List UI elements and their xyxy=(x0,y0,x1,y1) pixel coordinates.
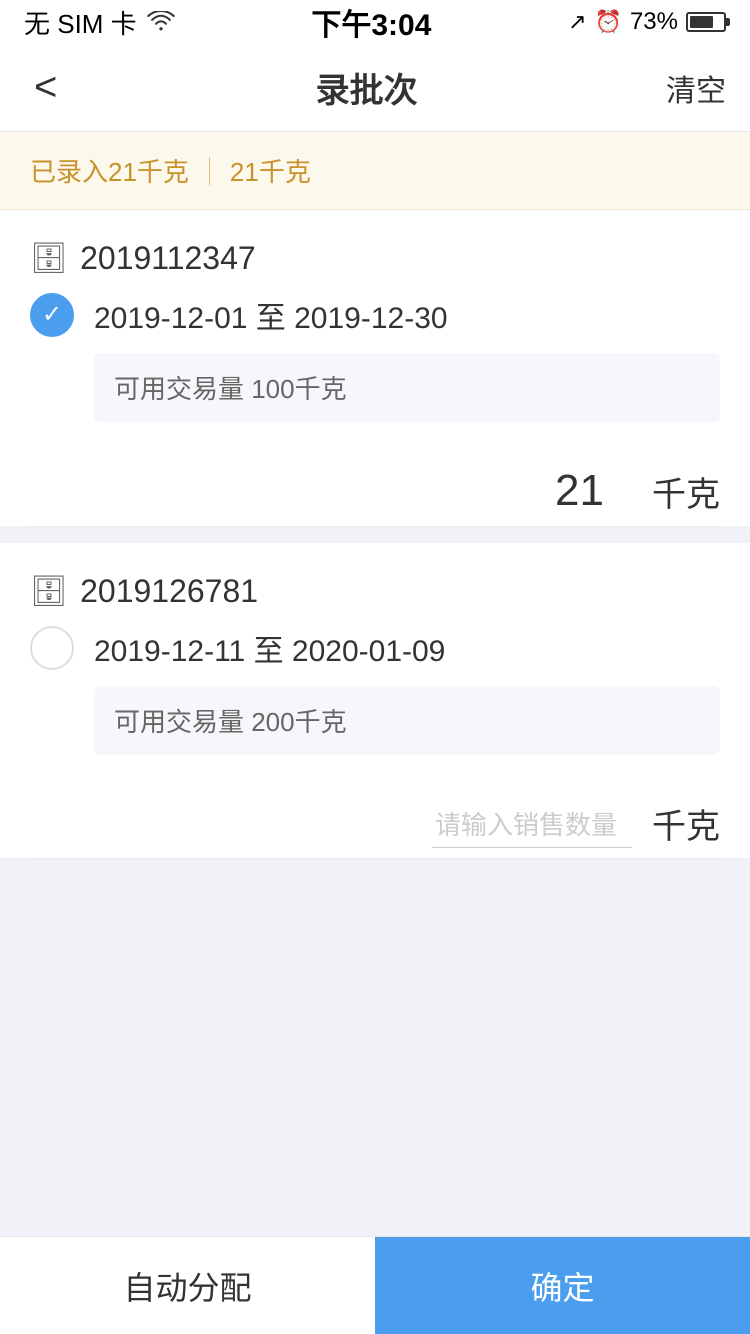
available-qty-1: 可用交易量 100千克 xyxy=(94,353,720,422)
batch-radio-2[interactable] xyxy=(30,626,74,670)
doc-icon-1: 🗄 xyxy=(30,241,68,276)
main-content: 🗄 2019112347 ✓ 2019-12-01 至 2019-12-30 可… xyxy=(0,210,750,1319)
location-icon: ↗ xyxy=(568,9,586,35)
summary-divider xyxy=(209,157,210,185)
battery-icon xyxy=(686,12,726,32)
batch-id-2: 2019126781 xyxy=(80,573,258,610)
nav-bar: < 录批次 清空 xyxy=(0,44,750,132)
page-title: 录批次 xyxy=(316,63,418,112)
wifi-icon xyxy=(147,7,175,38)
doc-icon-2: 🗄 xyxy=(30,574,68,609)
battery-percent: 73% xyxy=(630,8,678,36)
alarm-icon: ⏰ xyxy=(595,9,622,35)
batch-radio-1[interactable]: ✓ xyxy=(30,293,74,337)
recorded-label: 已录入21千克 xyxy=(30,152,189,189)
confirm-button[interactable]: 确定 xyxy=(375,1237,750,1334)
available-qty-2: 可用交易量 200千克 xyxy=(94,686,720,755)
batch-id-row-2: 🗄 2019126781 xyxy=(30,573,720,610)
batch-card-1: 🗄 2019112347 ✓ 2019-12-01 至 2019-12-30 可… xyxy=(0,210,750,446)
summary-bar: 已录入21千克 21千克 xyxy=(0,132,750,210)
status-bar: 无 SIM 卡 下午3:04 ↗ ⏰ 73% xyxy=(0,0,750,44)
batch-card-2: 🗄 2019126781 2019-12-11 至 2020-01-09 可用交… xyxy=(0,543,750,779)
batch-date-row-2: 2019-12-11 至 2020-01-09 xyxy=(30,626,720,670)
status-left: 无 SIM 卡 xyxy=(24,4,175,41)
section-separator xyxy=(0,527,750,543)
bottom-bar: 自动分配 确定 xyxy=(0,1236,750,1334)
status-right: ↗ ⏰ 73% xyxy=(568,8,726,36)
batch-id-row-1: 🗄 2019112347 xyxy=(30,240,720,277)
qty-input-2[interactable] xyxy=(432,800,632,848)
batch-id-1: 2019112347 xyxy=(80,240,256,277)
clear-button[interactable]: 清空 xyxy=(666,66,726,110)
carrier-label: 无 SIM 卡 xyxy=(24,4,137,41)
back-button[interactable]: < xyxy=(24,55,67,120)
qty-input-row-2: 千克 xyxy=(0,779,750,858)
summary-value: 21千克 xyxy=(230,152,311,189)
time-display: 下午3:04 xyxy=(311,0,431,44)
batch-date-1: 2019-12-01 至 2019-12-30 xyxy=(94,293,448,337)
batch-date-2: 2019-12-11 至 2020-01-09 xyxy=(94,626,445,670)
batch-date-row-1: ✓ 2019-12-01 至 2019-12-30 xyxy=(30,293,720,337)
check-icon-1: ✓ xyxy=(42,303,62,327)
qty-filled-row-1: 21 千克 xyxy=(0,446,750,526)
auto-distribute-button[interactable]: 自动分配 xyxy=(0,1237,375,1334)
qty-unit-1: 千克 xyxy=(652,467,720,516)
qty-value-1: 21 xyxy=(555,466,604,516)
qty-unit-2: 千克 xyxy=(652,799,720,848)
